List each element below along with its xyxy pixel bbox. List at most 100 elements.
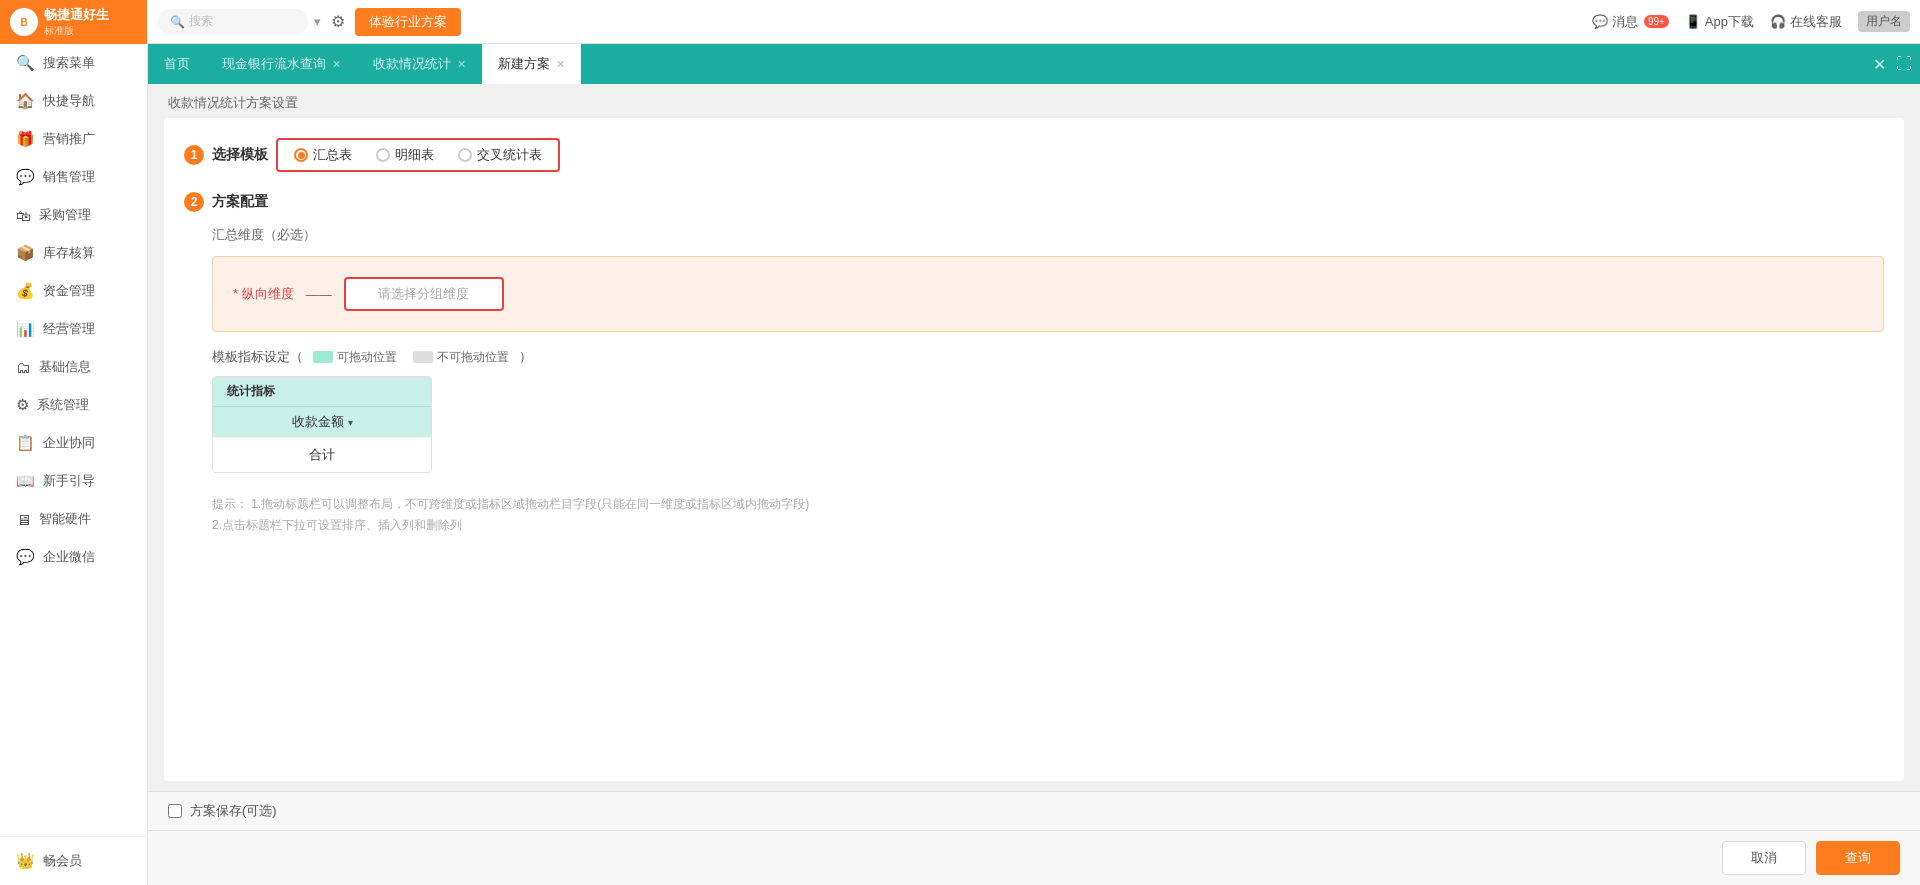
- tabs-right-controls: ✕ ⛶: [1873, 55, 1920, 74]
- tab-bank[interactable]: 现金银行流水查询 ✕: [206, 44, 357, 84]
- download-icon: 📱: [1685, 14, 1701, 29]
- tabs-close-icon[interactable]: ✕: [1873, 55, 1886, 74]
- notification-item[interactable]: 💬 消息 99+: [1592, 13, 1669, 31]
- step2-header: 2 方案配置: [184, 192, 1884, 212]
- sidebar-item-search[interactable]: 🔍 搜索菜单: [0, 44, 147, 82]
- operations-icon: 📊: [16, 320, 35, 338]
- template-radio-group: 汇总表 明细表 交叉统计表: [276, 138, 560, 172]
- logo-icon: B: [10, 8, 38, 36]
- finance-icon: 💰: [16, 282, 35, 300]
- step1-section: 1 选择模板 汇总表 明细表 交: [184, 138, 1884, 172]
- logo-text: 畅捷通好生: [44, 6, 109, 24]
- tips-area: 提示： 1.拖动标题栏可以调整布局，不可跨维度或指标区域拖动栏目字段(只能在同一…: [212, 496, 1884, 534]
- tab-collection-close[interactable]: ✕: [457, 44, 466, 84]
- member-icon: 👑: [16, 852, 35, 870]
- dimension-selector[interactable]: 请选择分组维度: [344, 277, 504, 311]
- tab-bar: 首页 现金银行流水查询 ✕ 收款情况统计 ✕ 新建方案 ✕ ✕ ⛶: [148, 44, 1920, 84]
- step1-title: 选择模板: [212, 146, 268, 164]
- tab-new-plan-close[interactable]: ✕: [556, 44, 565, 84]
- sidebar-item-base[interactable]: 🗂 基础信息: [0, 348, 147, 386]
- legend-fixed: 不可拖动位置: [413, 349, 509, 366]
- vertical-label: * 纵向维度: [233, 285, 294, 303]
- footer-bar: 取消 查询: [148, 830, 1920, 885]
- purchase-icon: 🛍: [16, 207, 31, 224]
- vertical-dimension-row: * 纵向维度 —— 请选择分组维度: [233, 277, 1863, 311]
- hardware-icon: 🖥: [16, 511, 31, 528]
- save-area: 方案保存(可选): [148, 791, 1920, 830]
- tab-home-label: 首页: [164, 44, 190, 84]
- radio-detail-circle: [376, 148, 390, 162]
- sales-icon: 💬: [16, 168, 35, 186]
- sidebar-item-finance[interactable]: 💰 资金管理: [0, 272, 147, 310]
- sidebar-item-newbie[interactable]: 📖 新手引导: [0, 462, 147, 500]
- notification-icon: 💬: [1592, 14, 1608, 29]
- caret-icon: ▾: [348, 417, 353, 428]
- topbar-right: 💬 消息 99+ 📱 App下载 🎧 在线客服 用户名: [1592, 11, 1910, 32]
- tip2: 2.点击标题栏下拉可设置排序、插入列和删除列: [212, 517, 1884, 534]
- sidebar-item-inventory[interactable]: 📦 库存核算: [0, 234, 147, 272]
- main-area: 🔍 搜索 ▾ ⚙ 体验行业方案 💬 消息 99+ 📱 App下载 🎧 在线客服 …: [148, 0, 1920, 885]
- tab-collection-label: 收款情况统计: [373, 44, 451, 84]
- sidebar-item-hardware[interactable]: 🖥 智能硬件: [0, 500, 147, 538]
- radio-cross[interactable]: 交叉统计表: [458, 146, 542, 164]
- tab-new-plan[interactable]: 新建方案 ✕: [482, 44, 581, 84]
- breadcrumb: 收款情况统计方案设置: [168, 95, 298, 110]
- sidebar-item-wechat[interactable]: 💬 企业微信: [0, 538, 147, 576]
- page-body: 1 选择模板 汇总表 明细表 交: [164, 118, 1904, 781]
- tab-bank-close[interactable]: ✕: [332, 44, 341, 84]
- newbie-icon: 📖: [16, 472, 35, 490]
- page-header: 收款情况统计方案设置: [148, 84, 1920, 118]
- search-icon: 🔍: [16, 54, 35, 72]
- sidebar-item-member[interactable]: 👑 畅会员: [0, 845, 147, 877]
- tab-home[interactable]: 首页: [148, 44, 206, 84]
- sidebar-item-enterprise[interactable]: 📋 企业协同: [0, 424, 147, 462]
- home-icon: 🏠: [16, 92, 35, 110]
- query-button[interactable]: 查询: [1816, 841, 1900, 875]
- legend-movable: 可拖动位置: [313, 349, 397, 366]
- step1-header: 1 选择模板 汇总表 明细表 交: [184, 138, 1884, 172]
- tip1: 提示： 1.拖动标题栏可以调整布局，不可跨维度或指标区域拖动栏目字段(只能在同一…: [212, 496, 1884, 513]
- notification-badge: 99+: [1644, 15, 1669, 28]
- system-icon: ⚙: [16, 396, 29, 414]
- step2-section: 2 方案配置 汇总维度（必选） * 纵向维度 —— 请选择分组维度: [184, 192, 1884, 534]
- step1-number: 1: [184, 145, 204, 165]
- sidebar-bottom: 👑 畅会员: [0, 836, 147, 885]
- topbar-dropdown-arrow[interactable]: ▾: [314, 14, 321, 29]
- sidebar-item-quicknav[interactable]: 🏠 快捷导航: [0, 82, 147, 120]
- sidebar-item-marketing[interactable]: 🎁 营销推广: [0, 120, 147, 158]
- tabs-expand-icon[interactable]: ⛶: [1896, 55, 1912, 73]
- search-icon-topbar: 🔍: [170, 15, 185, 29]
- sidebar-item-sales[interactable]: 💬 销售管理: [0, 158, 147, 196]
- arrow: ——: [306, 287, 332, 302]
- col-header[interactable]: 收款金额 ▾: [213, 406, 431, 437]
- service-item[interactable]: 🎧 在线客服: [1770, 13, 1842, 31]
- topbar-gear-icon[interactable]: ⚙: [331, 12, 345, 31]
- base-icon: 🗂: [16, 359, 31, 376]
- metrics-close-paren: ）: [519, 348, 532, 366]
- topbar-search[interactable]: 🔍 搜索: [158, 9, 308, 34]
- content-area: 收款情况统计方案设置 1 选择模板 汇总表 明细表: [148, 84, 1920, 885]
- sidebar-logo: B 畅捷通好生 标准版: [0, 0, 147, 44]
- search-placeholder-text: 搜索: [189, 13, 213, 30]
- sidebar-item-system[interactable]: ⚙ 系统管理: [0, 386, 147, 424]
- wechat-icon: 💬: [16, 548, 35, 566]
- sidebar-item-operations[interactable]: 📊 经营管理: [0, 310, 147, 348]
- inventory-icon: 📦: [16, 244, 35, 262]
- sidebar-item-purchase[interactable]: 🛍 采购管理: [0, 196, 147, 234]
- service-icon: 🎧: [1770, 14, 1786, 29]
- radio-summary[interactable]: 汇总表: [294, 146, 352, 164]
- radio-detail[interactable]: 明细表: [376, 146, 434, 164]
- trial-button[interactable]: 体验行业方案: [355, 8, 461, 36]
- enterprise-icon: 📋: [16, 434, 35, 452]
- user-avatar[interactable]: 用户名: [1858, 11, 1910, 32]
- metrics-section-label: 统计指标: [213, 377, 431, 406]
- cancel-button[interactable]: 取消: [1722, 841, 1806, 875]
- tab-collection[interactable]: 收款情况统计 ✕: [357, 44, 482, 84]
- save-checkbox[interactable]: [168, 804, 182, 818]
- tab-new-plan-label: 新建方案: [498, 44, 550, 84]
- save-label: 方案保存(可选): [190, 802, 277, 820]
- topbar: 🔍 搜索 ▾ ⚙ 体验行业方案 💬 消息 99+ 📱 App下载 🎧 在线客服 …: [148, 0, 1920, 44]
- metrics-header: 模板指标设定（ 可拖动位置 不可拖动位置 ）: [212, 348, 1884, 366]
- logo-sub: 标准版: [44, 24, 109, 38]
- download-item[interactable]: 📱 App下载: [1685, 13, 1754, 31]
